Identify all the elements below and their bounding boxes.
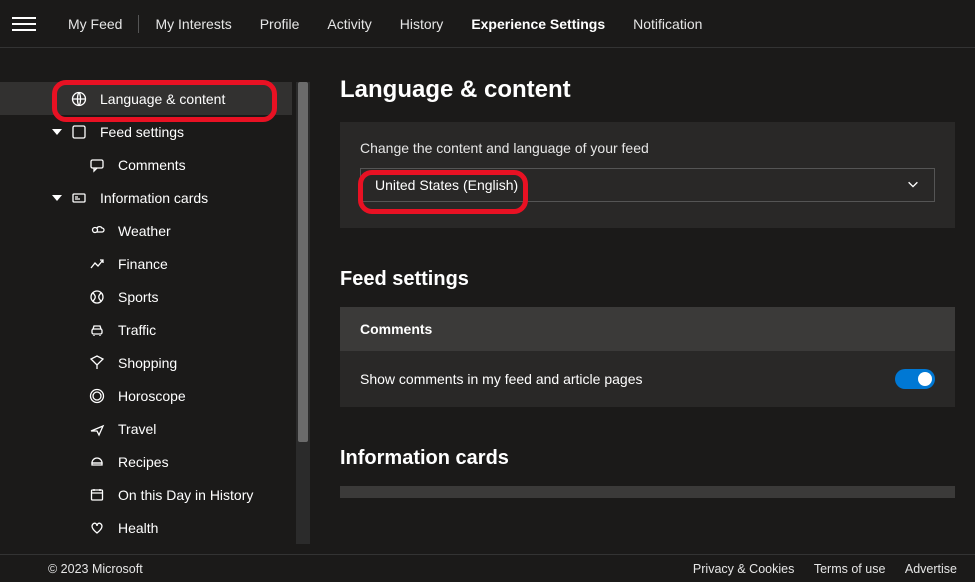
finance-icon: [88, 255, 106, 273]
calendar-icon: [88, 486, 106, 504]
footer-link-privacy[interactable]: Privacy & Cookies: [693, 562, 794, 576]
sidebar-label: Sports: [118, 289, 158, 305]
sidebar-item-finance[interactable]: Finance: [0, 247, 292, 280]
horoscope-icon: [88, 387, 106, 405]
layout-icon: [70, 123, 88, 141]
sidebar: Language & content Feed settings Comment…: [0, 48, 310, 554]
nav-profile[interactable]: Profile: [246, 16, 314, 32]
language-dropdown[interactable]: United States (English): [360, 168, 935, 202]
sidebar-label: Recipes: [118, 454, 169, 470]
language-card: Change the content and language of your …: [340, 122, 955, 228]
comments-toggle[interactable]: [895, 369, 935, 389]
comments-card: Comments Show comments in my feed and ar…: [340, 307, 955, 407]
sidebar-label: On this Day in History: [118, 487, 253, 503]
language-dropdown-value: United States (English): [375, 177, 518, 193]
sidebar-item-feed-settings[interactable]: Feed settings: [0, 115, 292, 148]
nav-my-interests[interactable]: My Interests: [141, 16, 245, 32]
sidebar-item-comments[interactable]: Comments: [0, 148, 292, 181]
heading-information-cards: Information cards: [340, 447, 955, 470]
travel-icon: [88, 420, 106, 438]
sports-icon: [88, 288, 106, 306]
health-icon: [88, 519, 106, 537]
nav-activity[interactable]: Activity: [313, 16, 385, 32]
footer-link-terms[interactable]: Terms of use: [814, 562, 886, 576]
sidebar-label: Traffic: [118, 322, 156, 338]
chevron-down-icon: [906, 177, 920, 194]
language-hint: Change the content and language of your …: [360, 140, 935, 156]
scrollbar-thumb[interactable]: [298, 82, 308, 442]
traffic-icon: [88, 321, 106, 339]
sidebar-item-shopping[interactable]: Shopping: [0, 346, 292, 379]
recipes-icon: [88, 453, 106, 471]
sidebar-scrollbar[interactable]: [296, 82, 310, 544]
sidebar-item-travel[interactable]: Travel: [0, 412, 292, 445]
weather-icon: [88, 222, 106, 240]
sidebar-item-information-cards[interactable]: Information cards: [0, 181, 292, 214]
nav-notification[interactable]: Notification: [619, 16, 716, 32]
sidebar-item-recipes[interactable]: Recipes: [0, 445, 292, 478]
nav-history[interactable]: History: [386, 16, 458, 32]
sidebar-label: Travel: [118, 421, 156, 437]
sidebar-item-on-this-day[interactable]: On this Day in History: [0, 478, 292, 511]
sidebar-label: Health: [118, 520, 158, 536]
nav-my-feed[interactable]: My Feed: [54, 16, 136, 32]
sidebar-item-language-content[interactable]: Language & content: [0, 82, 292, 115]
cards-icon: [70, 189, 88, 207]
sidebar-label: Comments: [118, 157, 186, 173]
globe-icon: [70, 90, 88, 108]
sidebar-label: Horoscope: [118, 388, 186, 404]
heading-language-content: Language & content: [340, 76, 955, 104]
sidebar-label: Feed settings: [100, 124, 184, 140]
information-cards-card: [340, 486, 955, 498]
nav-divider: [138, 15, 139, 33]
sidebar-item-health[interactable]: Health: [0, 511, 292, 544]
caret-down-icon: [52, 129, 62, 135]
comment-icon: [88, 156, 106, 174]
hamburger-icon[interactable]: [12, 12, 36, 36]
comments-subhead: Comments: [340, 307, 955, 351]
footer-link-advertise[interactable]: Advertise: [905, 562, 957, 576]
footer: © 2023 Microsoft Privacy & Cookies Terms…: [0, 554, 975, 582]
heading-feed-settings: Feed settings: [340, 268, 955, 291]
sidebar-item-weather[interactable]: Weather: [0, 214, 292, 247]
sidebar-label: Information cards: [100, 190, 208, 206]
sidebar-item-horoscope[interactable]: Horoscope: [0, 379, 292, 412]
footer-copyright: © 2023 Microsoft: [48, 562, 143, 576]
caret-down-icon: [52, 195, 62, 201]
shopping-icon: [88, 354, 106, 372]
top-nav: My Feed My Interests Profile Activity Hi…: [0, 0, 975, 48]
main-content: Language & content Change the content an…: [310, 48, 975, 554]
sidebar-item-traffic[interactable]: Traffic: [0, 313, 292, 346]
sidebar-item-sports[interactable]: Sports: [0, 280, 292, 313]
nav-experience-settings[interactable]: Experience Settings: [457, 16, 619, 32]
sidebar-label: Language & content: [100, 91, 225, 107]
sidebar-label: Weather: [118, 223, 171, 239]
comments-toggle-label: Show comments in my feed and article pag…: [360, 371, 642, 387]
sidebar-label: Shopping: [118, 355, 177, 371]
sidebar-label: Finance: [118, 256, 168, 272]
